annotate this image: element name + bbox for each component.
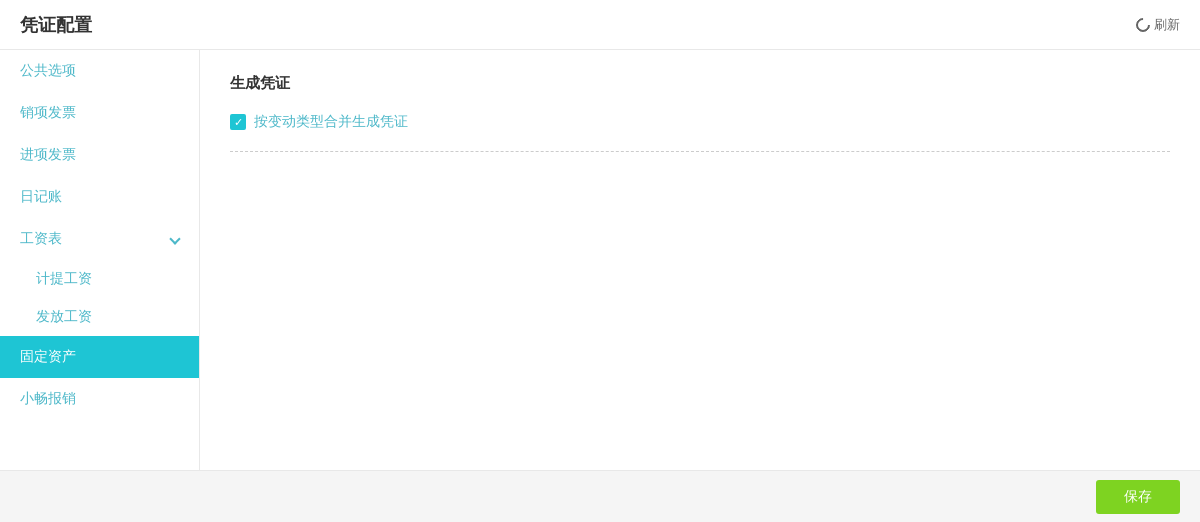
footer: 保存: [0, 470, 1200, 522]
sidebar-item-label: 固定资产: [20, 348, 76, 366]
content-area: 生成凭证 ✓ 按变动类型合并生成凭证: [200, 50, 1200, 470]
sidebar-item-purchase-invoice[interactable]: 进项发票: [0, 134, 199, 176]
sidebar-item-label: 销项发票: [20, 104, 76, 122]
checkmark-icon: ✓: [234, 117, 243, 128]
header: 凭证配置 刷新: [0, 0, 1200, 50]
sidebar-item-payroll[interactable]: 工资表: [0, 218, 199, 260]
page-wrapper: 凭证配置 刷新 公共选项销项发票进项发票日记账工资表计提工资发放工资固定资产小畅…: [0, 0, 1200, 522]
sidebar-item-journal[interactable]: 日记账: [0, 176, 199, 218]
chevron-down-icon: [169, 233, 180, 244]
save-button[interactable]: 保存: [1096, 480, 1180, 514]
sidebar: 公共选项销项发票进项发票日记账工资表计提工资发放工资固定资产小畅报销: [0, 50, 200, 470]
sidebar-item-label: 小畅报销: [20, 390, 76, 408]
sidebar-item-label: 发放工资: [36, 308, 92, 324]
refresh-label: 刷新: [1154, 16, 1180, 34]
sidebar-item-label: 工资表: [20, 230, 62, 248]
refresh-button[interactable]: 刷新: [1136, 16, 1180, 34]
checkbox-row: ✓ 按变动类型合并生成凭证: [230, 113, 1170, 131]
checkbox-label: 按变动类型合并生成凭证: [254, 113, 408, 131]
sidebar-item-expense-report[interactable]: 小畅报销: [0, 378, 199, 420]
sidebar-item-public-options[interactable]: 公共选项: [0, 50, 199, 92]
sidebar-item-label: 公共选项: [20, 62, 76, 80]
page-title: 凭证配置: [20, 13, 92, 37]
section-title: 生成凭证: [230, 74, 1170, 93]
sidebar-item-label: 计提工资: [36, 270, 92, 286]
sidebar-item-fixed-assets[interactable]: 固定资产: [0, 336, 199, 378]
divider: [230, 151, 1170, 152]
sidebar-item-label: 日记账: [20, 188, 62, 206]
sidebar-item-label: 进项发票: [20, 146, 76, 164]
sidebar-item-pay-salary[interactable]: 发放工资: [0, 298, 199, 336]
refresh-icon: [1133, 15, 1153, 35]
main-layout: 公共选项销项发票进项发票日记账工资表计提工资发放工资固定资产小畅报销 生成凭证 …: [0, 50, 1200, 470]
sidebar-item-calc-salary[interactable]: 计提工资: [0, 260, 199, 298]
sidebar-item-sales-invoice[interactable]: 销项发票: [0, 92, 199, 134]
merge-checkbox[interactable]: ✓: [230, 114, 246, 130]
